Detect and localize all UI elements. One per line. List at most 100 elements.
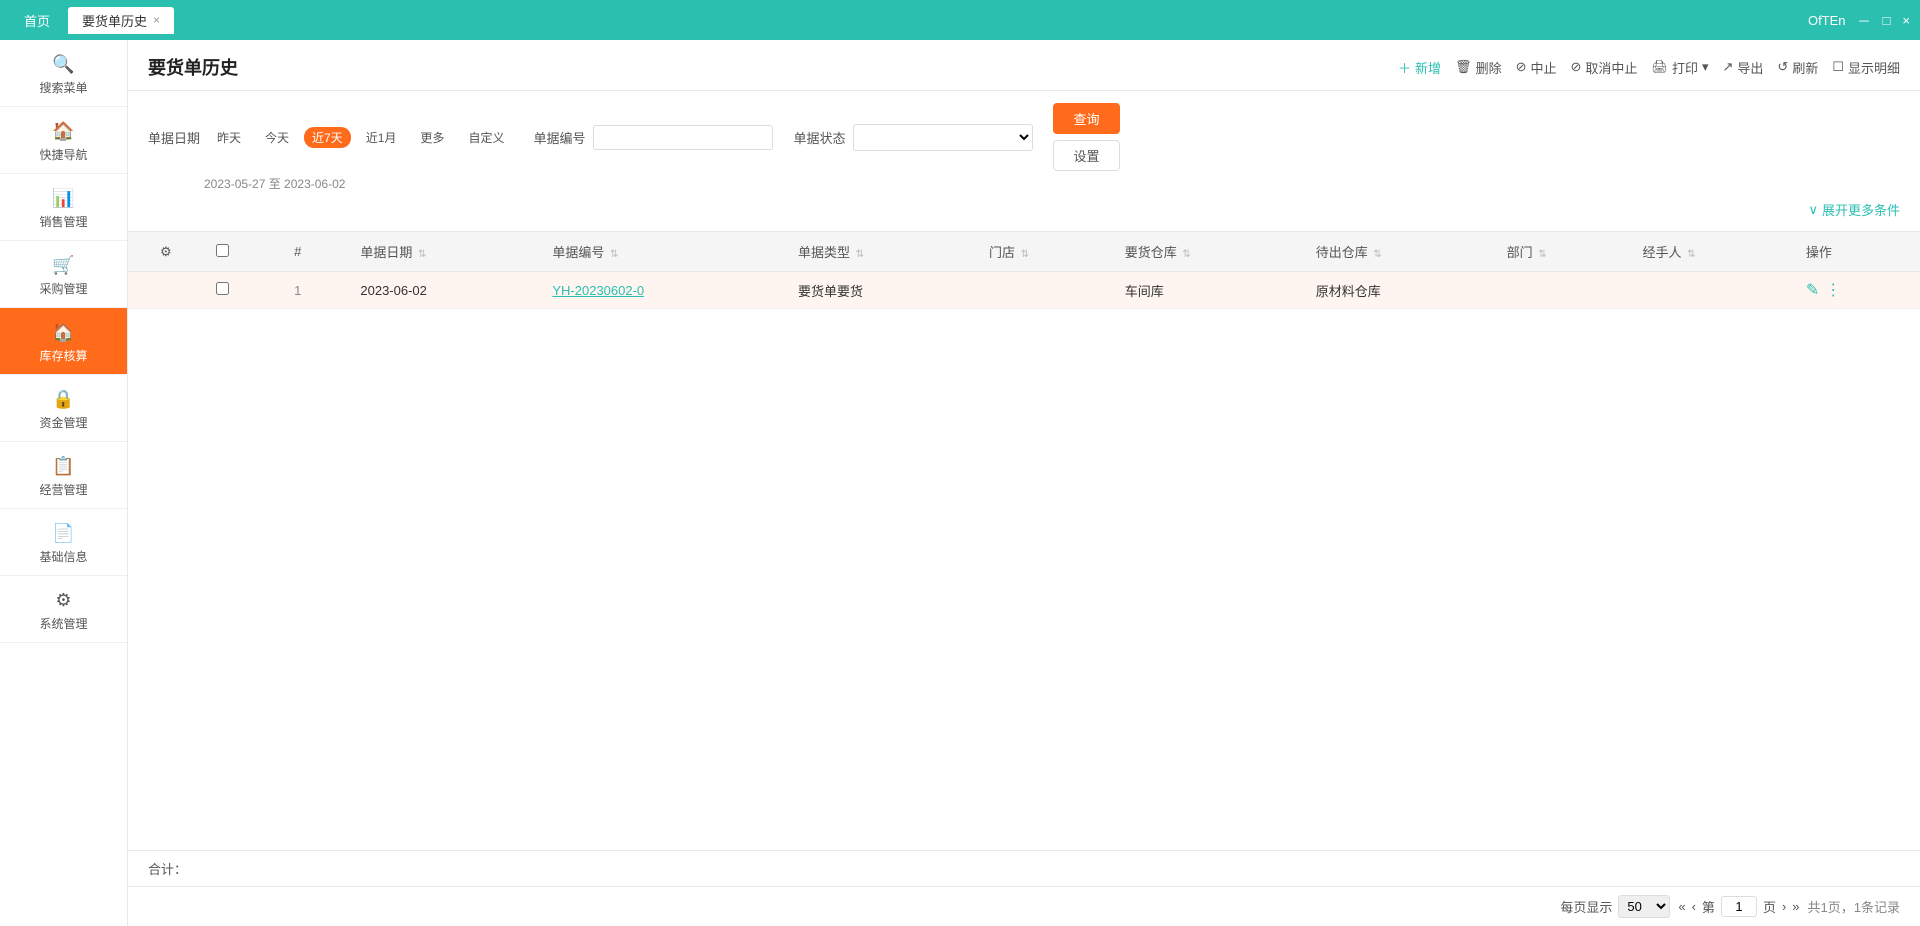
date-btn-7days[interactable]: 近7天 [304,127,351,148]
main-layout: 🔍 搜索菜单 🏠 快捷导航 📊 销售管理 🛒 采购管理 🏠 库存核算 🔒 资金管… [0,40,1920,926]
sidebar-item-inventory[interactable]: 🏠 库存核算 [0,308,127,375]
col-operation: 操作 [1794,232,1920,272]
system-icon: ⚙ [55,590,71,611]
sidebar-label-operations: 经营管理 [39,481,87,498]
tab-home[interactable]: 首页 [10,7,64,34]
row-pendingwarehouse: 原材料仓库 [1304,272,1495,309]
top-bar: 首页 要货单历史 × OfTEn － □ × [0,0,1920,40]
purchase-icon: 🛒 [52,255,74,276]
pagination-bar: 每页显示 50 20 100 200 « ‹ 第 页 › » 共1页，1条记录 [128,886,1920,926]
table-wrapper: ⚙ # 单据日期 ⇅ 单据编号 ⇅ 单据类型 ⇅ 门店 ⇅ 要货仓库 ⇅ 待出仓… [128,232,1920,850]
expand-more-button[interactable]: ∨ 展开更多条件 [1808,200,1900,219]
date-range-text: 2023-05-27 至 2023-06-02 [204,177,345,191]
row-settings [128,272,204,309]
col-pendingwarehouse[interactable]: 待出仓库 ⇅ [1304,232,1495,272]
cancel-stop-label: 取消中止 [1585,58,1637,77]
date-btn-today[interactable]: 今天 [256,126,298,149]
sidebar-label-sales: 销售管理 [39,213,87,230]
export-button[interactable]: ↗ 导出 [1722,58,1763,77]
row-checkbox[interactable] [216,282,229,295]
col-settings[interactable]: ⚙ [128,232,204,272]
table-footer: 合计： [128,850,1920,886]
row-department [1495,272,1631,309]
query-button[interactable]: 查询 [1053,103,1119,134]
delete-icon: 🗑 [1455,59,1472,75]
minimize-btn[interactable]: － [1858,11,1871,30]
sidebar-item-finance[interactable]: 🔒 资金管理 [0,375,127,442]
window-close-btn[interactable]: × [1902,13,1910,28]
date-btn-yesterday[interactable]: 昨天 [208,126,250,149]
print-icon: 🖨 [1651,59,1668,75]
status-filter-group: 单据状态 [793,124,1033,151]
sidebar-label-system: 系统管理 [39,615,87,632]
col-reqwarehouse[interactable]: 要货仓库 ⇅ [1113,232,1304,272]
per-page-select[interactable]: 50 20 100 200 [1618,895,1670,918]
first-page-btn[interactable]: « [1678,899,1685,914]
page-header: 要货单历史 ＋ 新增 🗑 删除 ⊘ 中止 ⊘ 取消中止 [128,40,1920,91]
filter-settings-button[interactable]: 设置 [1053,140,1119,171]
sales-icon: 📊 [52,188,74,209]
often-label: OfTEn [1808,13,1846,28]
row-edit-icon[interactable]: ✎ [1806,280,1819,300]
data-table: ⚙ # 单据日期 ⇅ 单据编号 ⇅ 单据类型 ⇅ 门店 ⇅ 要货仓库 ⇅ 待出仓… [128,232,1920,309]
status-label: 单据状态 [793,128,845,147]
export-icon: ↗ [1722,59,1733,75]
row-reqwarehouse: 车间库 [1113,272,1304,309]
sidebar-item-sales[interactable]: 📊 销售管理 [0,174,127,241]
sidebar-item-purchase[interactable]: 🛒 采购管理 [0,241,127,308]
sidebar-item-operations[interactable]: 📋 经营管理 [0,442,127,509]
page-nav: « ‹ 第 页 › » [1678,896,1799,917]
sidebar-label-purchase: 采购管理 [39,280,87,297]
col-doctype[interactable]: 单据类型 ⇅ [786,232,977,272]
select-all-checkbox[interactable] [216,244,229,257]
doc-number-input[interactable] [593,125,773,150]
top-bar-right: OfTEn － □ × [1808,11,1910,30]
sidebar-item-system[interactable]: ⚙ 系统管理 [0,576,127,643]
date-range-buttons: 昨天 今天 近7天 近1月 更多 自定义 [208,126,513,149]
date-btn-1month[interactable]: 近1月 [357,126,406,149]
date-btn-custom[interactable]: 自定义 [459,126,513,149]
delete-button[interactable]: 🗑 删除 [1455,58,1502,77]
table-body: 1 2023-06-02 YH-20230602-0 要货单要货 车间库 原材料… [128,272,1920,309]
col-date[interactable]: 单据日期 ⇅ [348,232,540,272]
expand-icon: ∨ [1808,202,1818,218]
sidebar-item-basic[interactable]: 📄 基础信息 [0,509,127,576]
sidebar-label-nav: 快捷导航 [39,146,87,163]
inventory-icon: 🏠 [52,322,74,343]
print-label: 打印 [1672,58,1698,77]
date-btn-more[interactable]: 更多 [411,126,453,149]
col-store[interactable]: 门店 ⇅ [977,232,1113,272]
page-label: 第 [1702,897,1715,916]
prev-page-btn[interactable]: ‹ [1692,899,1696,914]
row-num: 1 [282,272,348,309]
last-page-btn[interactable]: » [1792,899,1799,914]
refresh-button[interactable]: ↺ 刷新 [1777,58,1818,77]
row-checkbox-cell [204,272,282,309]
toolbar: ＋ 新增 🗑 删除 ⊘ 中止 ⊘ 取消中止 🖨 打印 [1398,58,1900,77]
expand-label: 展开更多条件 [1822,200,1900,219]
maximize-btn[interactable]: □ [1883,13,1891,28]
row-store [977,272,1113,309]
col-handler[interactable]: 经手人 ⇅ [1630,232,1793,272]
sidebar-item-nav[interactable]: 🏠 快捷导航 [0,107,127,174]
sidebar-item-search[interactable]: 🔍 搜索菜单 [0,40,127,107]
show-detail-button[interactable]: ☐ 显示明细 [1832,58,1900,77]
table-header-row: ⚙ # 单据日期 ⇅ 单据编号 ⇅ 单据类型 ⇅ 门店 ⇅ 要货仓库 ⇅ 待出仓… [128,232,1920,272]
next-page-btn[interactable]: › [1782,899,1786,914]
status-select[interactable] [853,124,1033,151]
page-number-input[interactable] [1721,896,1757,917]
operations-icon: 📋 [52,456,74,477]
tab-history[interactable]: 要货单历史 × [68,7,174,34]
refresh-label: 刷新 [1792,58,1818,77]
print-button[interactable]: 🖨 打印 ▾ [1651,58,1708,77]
tab-close-icon[interactable]: × [153,13,160,27]
row-more-icon[interactable]: ⋮ [1825,280,1841,300]
new-button[interactable]: ＋ 新增 [1398,58,1441,77]
stop-button[interactable]: ⊘ 中止 [1516,58,1557,77]
col-docno[interactable]: 单据编号 ⇅ [540,232,786,272]
cancel-stop-button[interactable]: ⊘ 取消中止 [1571,58,1638,77]
home-icon: 🏠 [52,121,74,142]
row-docno-link[interactable]: YH-20230602-0 [552,283,644,298]
content-area: 要货单历史 ＋ 新增 🗑 删除 ⊘ 中止 ⊘ 取消中止 [128,40,1920,926]
col-department[interactable]: 部门 ⇅ [1495,232,1631,272]
